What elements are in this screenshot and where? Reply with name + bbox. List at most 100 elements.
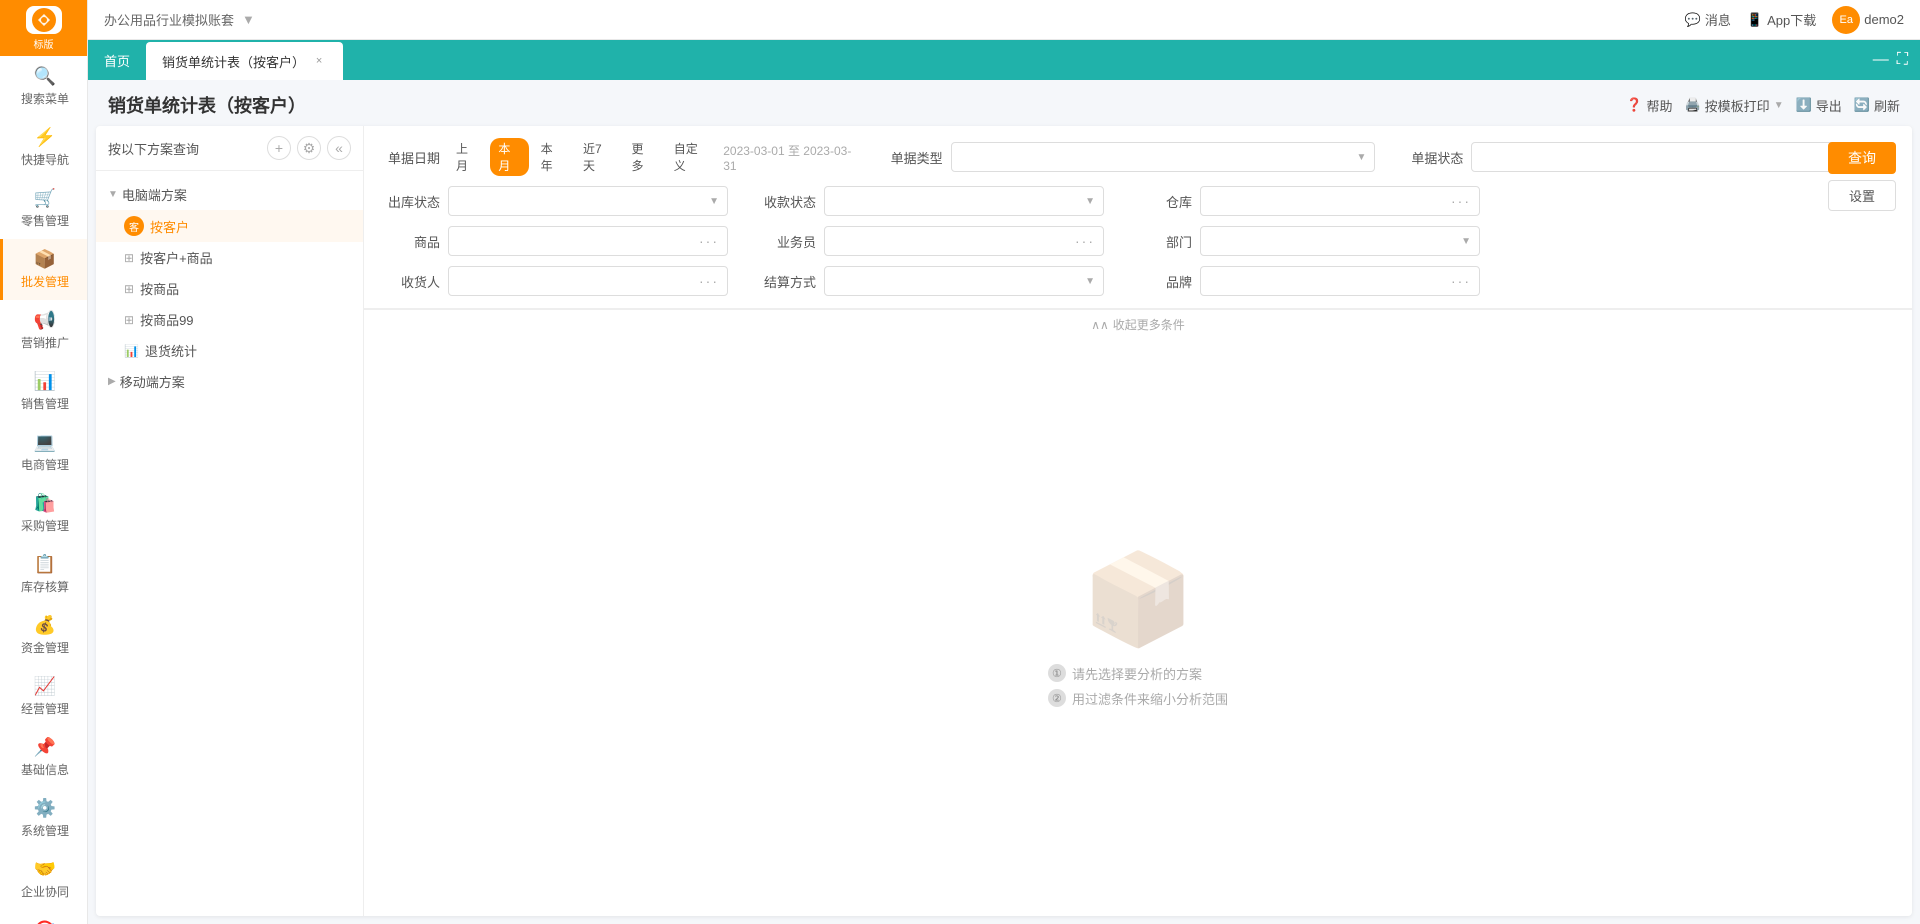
collapse-panel-button[interactable]: « [327, 136, 351, 160]
filter-row-3: 商品 ··· 业务员 ··· 部门 ▼ [380, 226, 1896, 256]
goods-select[interactable]: ··· [448, 226, 728, 256]
collapse-filters-button[interactable]: ∧∧ 收起更多条件 [364, 309, 1912, 339]
sidebar-item-retail[interactable]: 🛒 零售管理 [0, 178, 87, 239]
tab-expand-button[interactable]: ⛶ [1897, 51, 1908, 69]
tip-number-2: ② [1048, 689, 1066, 707]
date-tab-custom[interactable]: 自定义 [666, 138, 715, 176]
page-content: 销货单统计表（按客户） ❓ 帮助 🖨️ 按模板打印 ▼ ⬇️ 导出 🔄 刷新 [88, 80, 1920, 924]
tree-child-by-customer[interactable]: 客 按客户 [96, 210, 363, 242]
app-download-button[interactable]: 📱 App下载 [1747, 10, 1816, 29]
finance-icon: 💰 [34, 615, 56, 636]
sidebar-item-inventory[interactable]: 📋 库存核算 [0, 544, 87, 605]
help-button[interactable]: ❓ 帮助 [1626, 96, 1672, 115]
message-icon: 💬 [1685, 12, 1701, 28]
message-button[interactable]: 💬 消息 [1685, 10, 1731, 29]
logo-icon [26, 6, 62, 34]
tabs-right-actions: — ⛶ [1873, 51, 1920, 69]
sidebar-item-purchase[interactable]: 🛍️ 采购管理 [0, 483, 87, 544]
filter-row-2: 出库状态 ▼ 收款状态 ▼ 仓库 ··· [380, 186, 1896, 216]
type-label: 单据类型 [883, 148, 943, 167]
dept-arrow: ▼ [1461, 236, 1471, 247]
sidebar-item-operations[interactable]: 📈 经营管理 [0, 666, 87, 727]
guide-icon: 🎯 [34, 920, 56, 924]
topbar: 办公用品行业模拟账套 ▼ 💬 消息 📱 App下载 Ea demo2 [88, 0, 1920, 40]
recipient-select[interactable]: ··· [448, 266, 728, 296]
sidebar-item-marketing[interactable]: 📢 营销推广 [0, 300, 87, 361]
tabs-bar: 首页 销货单统计表（按客户） × — ⛶ [88, 40, 1920, 80]
main-area: 办公用品行业模拟账套 ▼ 💬 消息 📱 App下载 Ea demo2 首页 销货… [88, 0, 1920, 924]
sidebar: 标版 🔍 搜索菜单 ⚡ 快捷导航 🛒 零售管理 📦 批发管理 📢 营销推广 📊 … [0, 0, 88, 924]
sidebar-item-shortcut[interactable]: ⚡ 快捷导航 [0, 117, 87, 178]
tree-parent-mobile[interactable]: ▶ 移动端方案 [96, 366, 363, 397]
purchase-icon: 🛍️ [34, 493, 56, 514]
topbar-right: 💬 消息 📱 App下载 Ea demo2 [1685, 6, 1904, 34]
tab-minimize-button[interactable]: — [1873, 51, 1889, 69]
sidebar-item-finance[interactable]: 💰 资金管理 [0, 605, 87, 666]
warehouse-select[interactable]: ··· [1200, 186, 1480, 216]
sidebar-item-sales[interactable]: 📊 销售管理 [0, 361, 87, 422]
doc-type-select[interactable]: ▼ [951, 142, 1376, 172]
refresh-icon: 🔄 [1854, 97, 1870, 113]
tree-child-by-customer-goods[interactable]: ⊞ 按客户+商品 [96, 242, 363, 273]
brand-dots: ··· [1451, 273, 1471, 289]
sidebar-item-guide[interactable]: 🎯 新手引导 [0, 910, 87, 924]
tab-sales-stats[interactable]: 销货单统计表（按客户） × [146, 42, 343, 80]
refresh-button[interactable]: 🔄 刷新 [1854, 96, 1900, 115]
enterprise-icon: 🤝 [34, 859, 56, 880]
left-panel-header-actions: + ⚙ « [267, 136, 351, 160]
date-tab-more[interactable]: 更多 [623, 138, 661, 176]
ship-status-select[interactable]: ▼ [448, 186, 728, 216]
salesperson-select[interactable]: ··· [824, 226, 1104, 256]
tree-child-by-goods-99[interactable]: ⊞ 按商品99 [96, 304, 363, 335]
left-panel-title: 按以下方案查询 [108, 139, 199, 158]
tip-number-1: ① [1048, 664, 1066, 682]
goods-label: 商品 [380, 232, 440, 251]
user-profile[interactable]: Ea demo2 [1832, 6, 1904, 34]
query-button[interactable]: 查询 [1828, 142, 1896, 174]
left-panel-header: 按以下方案查询 + ⚙ « [96, 126, 363, 171]
tab-close-button[interactable]: × [311, 53, 327, 69]
customer-goods-scheme-icon: ⊞ [124, 251, 134, 265]
sidebar-item-enterprise[interactable]: 🤝 企业协同 [0, 849, 87, 910]
settlement-select[interactable]: ▼ [824, 266, 1104, 296]
tree-child-by-goods[interactable]: ⊞ 按商品 [96, 273, 363, 304]
filter-row-4: 收货人 ··· 结算方式 ▼ 品牌 ··· [380, 266, 1896, 296]
tree-child-return-stats[interactable]: 📊 退货统计 [96, 335, 363, 366]
export-button[interactable]: ⬇️ 导出 [1796, 96, 1842, 115]
app-name: 办公用品行业模拟账套 [104, 10, 234, 29]
dept-select[interactable]: ▼ [1200, 226, 1480, 256]
sidebar-item-basic[interactable]: 📌 基础信息 [0, 727, 87, 788]
date-range-display: 2023-03-01 至 2023-03-31 [723, 142, 854, 173]
date-tab-last-month[interactable]: 上月 [448, 138, 486, 176]
help-icon: ❓ [1626, 97, 1642, 113]
status-label: 单据状态 [1403, 148, 1463, 167]
date-tab-this-month[interactable]: 本月 [490, 138, 528, 176]
payment-status-select[interactable]: ▼ [824, 186, 1104, 216]
shortcut-icon: ⚡ [34, 127, 56, 148]
settings-scheme-button[interactable]: ⚙ [297, 136, 321, 160]
sidebar-item-wholesale[interactable]: 📦 批发管理 [0, 239, 87, 300]
print-icon: 🖨️ [1684, 97, 1700, 113]
filter-row-1: 单据日期 上月 本月 本年 近7天 更多 自定义 2023-03-01 至 20… [380, 138, 1896, 176]
return-scheme-icon: 📊 [124, 344, 139, 358]
goods-scheme-icon: ⊞ [124, 282, 134, 296]
search-icon: 🔍 [34, 66, 56, 87]
content-body: 按以下方案查询 + ⚙ « ▼ 电脑端方案 客 按客户 [96, 126, 1912, 916]
download-icon: 📱 [1747, 12, 1763, 28]
print-button[interactable]: 🖨️ 按模板打印 ▼ [1684, 96, 1783, 115]
date-tab-last-7[interactable]: 近7天 [575, 138, 620, 176]
add-scheme-button[interactable]: + [267, 136, 291, 160]
empty-tip-1: ① 请先选择要分析的方案 [1048, 664, 1228, 683]
sidebar-item-system[interactable]: ⚙️ 系统管理 [0, 788, 87, 849]
sidebar-item-ecommerce[interactable]: 💻 电商管理 [0, 422, 87, 483]
ship-label: 出库状态 [380, 192, 440, 211]
settlement-label: 结算方式 [756, 272, 816, 291]
brand-select[interactable]: ··· [1200, 266, 1480, 296]
ecommerce-icon: 💻 [34, 432, 56, 453]
app-dropdown-arrow[interactable]: ▼ [242, 12, 255, 27]
date-tab-this-year[interactable]: 本年 [533, 138, 571, 176]
tree-parent-desktop[interactable]: ▼ 电脑端方案 [96, 179, 363, 210]
sidebar-item-search[interactable]: 🔍 搜索菜单 [0, 56, 87, 117]
settings-button[interactable]: 设置 [1828, 180, 1896, 211]
tab-home[interactable]: 首页 [88, 40, 146, 80]
